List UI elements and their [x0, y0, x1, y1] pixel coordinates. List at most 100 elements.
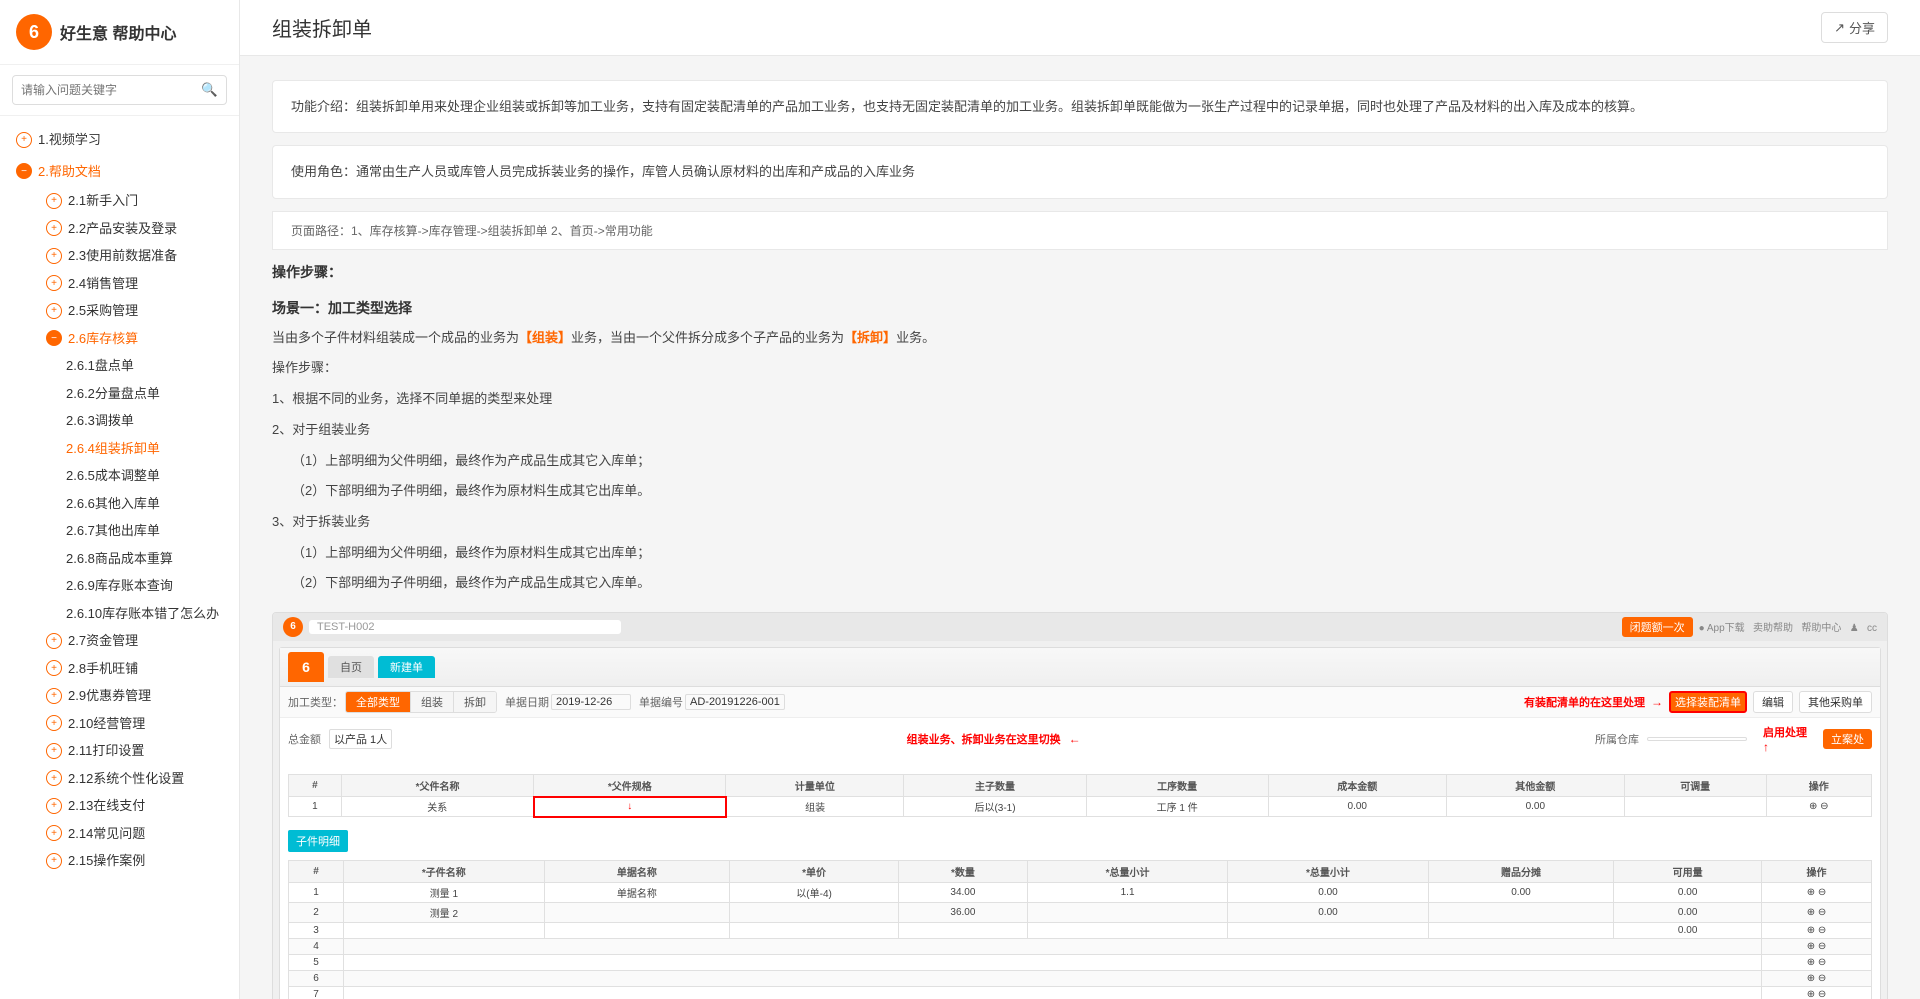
annotation2-text: 启用处理	[1763, 727, 1807, 739]
type-btn-disassemble[interactable]: 拆卸	[454, 692, 496, 712]
sidebar-item-2-4[interactable]: + 2.4销售管理	[38, 270, 239, 298]
upper-th-qty2: 工序数量	[1086, 774, 1268, 797]
step2-2: （2）下部明细为子件明细，最终作为原材料生成其它出库单。	[272, 479, 1888, 504]
order-input[interactable]: AD-20191226-001	[685, 694, 785, 710]
sidebar-item-2-10[interactable]: + 2.10经营管理	[38, 710, 239, 738]
step1: 1、根据不同的业务，选择不同单据的类型来处理	[272, 387, 1888, 412]
annotation-arrow-left: ←	[1069, 732, 1081, 746]
qty-value[interactable]: 以产品 1人	[329, 729, 392, 749]
sidebar-item-2-6[interactable]: − 2.6库存核算	[38, 325, 239, 353]
sidebar-item-2-6-3[interactable]: 2.6.3调拨单	[58, 407, 239, 435]
address-bar: TEST-H002	[309, 620, 621, 634]
ops-title: 操作步骤：	[272, 262, 1888, 282]
scenario1-title: 场景一：加工类型选择	[272, 298, 1888, 318]
order-group: 单据编号 AD-20191226-001	[639, 694, 785, 710]
sidebar-item-2-2[interactable]: + 2.2产品安装及登录	[38, 215, 239, 243]
sidebar-item-1[interactable]: + 1.视频学习	[0, 124, 239, 156]
sidebar-item-2-6-9[interactable]: 2.6.9库存账本查询	[58, 572, 239, 600]
sidebar-item-2-6-1[interactable]: 2.6.1盘点单	[58, 352, 239, 380]
upper-th-ops: 操作	[1766, 774, 1871, 797]
sidebar-item-2-8[interactable]: + 2.8手机旺铺	[38, 655, 239, 683]
other-purchase-button[interactable]: 其他采购单	[1799, 691, 1872, 713]
search-input[interactable]	[13, 77, 193, 103]
upper-th-avail: 可调量	[1624, 774, 1766, 797]
nav-sub-2: + 2.1新手入门 + 2.2产品安装及登录 + 2.3使用前数据准备 + 2.…	[0, 187, 239, 875]
expand-icon-2-4: +	[46, 275, 62, 291]
sidebar-item-2-6-6[interactable]: 2.6.6其他入库单	[58, 490, 239, 518]
sidebar-item-2-6-2[interactable]: 2.6.2分量盘点单	[58, 380, 239, 408]
expand-icon-2-13: +	[46, 798, 62, 814]
collapse-icon-2: −	[16, 163, 32, 179]
annotation2-area: 启用处理 ↑	[1763, 724, 1807, 754]
sidebar-item-2-1[interactable]: + 2.1新手入门	[38, 187, 239, 215]
expand-icon-2-12: +	[46, 770, 62, 786]
sidebar-item-2-6-7[interactable]: 2.6.7其他出库单	[58, 517, 239, 545]
type-btn-assemble[interactable]: 组装	[411, 692, 454, 712]
upper-th-cost: 成本金额	[1268, 774, 1446, 797]
annotation1-arrow: →	[1651, 695, 1663, 709]
ops-steps-title: 操作步骤：	[272, 356, 1888, 381]
expand-icon-2-14: +	[46, 825, 62, 841]
app-logo: 6	[288, 652, 324, 682]
search-box: 🔍	[12, 75, 227, 105]
upper-th-unit: 计量单位	[726, 774, 904, 797]
app-window: 6 自页 新建单 加工类型： 全部类型 组装 拆卸	[279, 647, 1881, 999]
sidebar-item-2-14[interactable]: + 2.14常见问题	[38, 820, 239, 848]
sidebar-item-2-11[interactable]: + 2.11打印设置	[38, 737, 239, 765]
lower-section-header: 子件明细	[288, 830, 348, 852]
expand-icon-2-10: +	[46, 715, 62, 731]
sidebar-item-2-12[interactable]: + 2.12系统个性化设置	[38, 765, 239, 793]
lower-table: # *子件名称 单据名称 *单价 *数量 *总量小计 *总量小计 赠品分摊 可用…	[288, 860, 1872, 999]
app-tab-new[interactable]: 新建单	[378, 656, 435, 678]
lower-table-row-1: 1 测量 1 单据名称 以(单-4) 34.00 1.1 0.00 0.00 0…	[289, 882, 1872, 902]
warehouse-input[interactable]	[1647, 737, 1747, 741]
search-button[interactable]: 🔍	[193, 76, 226, 104]
expand-icon-2-3: +	[46, 248, 62, 264]
sidebar-item-2-6-5[interactable]: 2.6.5成本调整单	[58, 462, 239, 490]
edit-button[interactable]: 编辑	[1753, 691, 1793, 713]
annotation1-text: 有装配清单的在这里处理	[1524, 694, 1645, 710]
sidebar-item-2-13[interactable]: + 2.13在线支付	[38, 792, 239, 820]
sidebar-item-2-15[interactable]: + 2.15操作案例	[38, 847, 239, 875]
confirm-button[interactable]: 立案处	[1823, 729, 1872, 749]
lower-table-header: # *子件名称 单据名称 *单价 *数量 *总量小计 *总量小计 赠品分摊 可用…	[289, 860, 1872, 882]
upper-th-other: 其他金额	[1446, 774, 1624, 797]
expand-icon-2-11: +	[46, 743, 62, 759]
lower-table-row-5: 5 ⊕ ⊖	[289, 954, 1872, 970]
sidebar-item-2-9[interactable]: + 2.9优惠券管理	[38, 682, 239, 710]
sidebar-item-2-6-10[interactable]: 2.6.10库存账本错了怎么办	[58, 600, 239, 628]
upper-table-header: # *父件名称 *父件规格 计量单位 主子数量 工序数量 成本金额 其他金额 可…	[289, 774, 1872, 797]
sidebar-item-2-6-8[interactable]: 2.6.8商品成本重算	[58, 545, 239, 573]
type-selector[interactable]: 全部类型 组装 拆卸	[345, 691, 497, 713]
sidebar-item-2-5[interactable]: + 2.5采购管理	[38, 297, 239, 325]
select-bom-button[interactable]: 选择装配清单	[1669, 691, 1747, 713]
browser-nav-icons: ● App下载 卖助帮助 帮助中心 ♟ cc	[1699, 619, 1877, 634]
expand-icon-2-9: +	[46, 688, 62, 704]
breadcrumb: 页面路径：1、库存核算->库存管理->组装拆卸单 2、首页->常用功能	[272, 211, 1888, 250]
logo-text: 好生意 帮助中心	[60, 20, 176, 44]
topbar: 组装拆卸单 ↗ 分享	[240, 0, 1920, 56]
fields-row-inner: 总金额 以产品 1人 组装业务、拆卸业务在这里切换 ← 所属仓库 启用处理	[288, 724, 1872, 754]
date-input[interactable]: 2019-12-26	[551, 694, 631, 710]
sidebar-item-2-3[interactable]: + 2.3使用前数据准备	[38, 242, 239, 270]
date-label: 单据日期	[505, 694, 549, 710]
type-label: 加工类型：	[288, 694, 343, 710]
lower-table-area: 子件明细 # *子件名称 单据名称 *单价 *数量 *总量小计	[280, 824, 1880, 999]
app-tab-home[interactable]: 自页	[328, 656, 374, 678]
sidebar-item-2-6-4[interactable]: 2.6.4组装拆卸单	[58, 435, 239, 463]
sidebar-item-2-7[interactable]: + 2.7资金管理	[38, 627, 239, 655]
step2-1: （1）上部明细为父件明细，最终作为产成品生成其它入库单；	[272, 449, 1888, 474]
mock-screen: 6 TEST-H002 闭题额一次 ● App下载 卖助帮助 帮助中心 ♟ cc…	[273, 613, 1887, 999]
step3: 3、对于拆装业务	[272, 510, 1888, 535]
date-group: 单据日期 2019-12-26	[505, 694, 631, 710]
fields-row: 总金额 以产品 1人 组装业务、拆卸业务在这里切换 ← 所属仓库 启用处理	[280, 718, 1880, 764]
expand-icon-2-7: +	[46, 633, 62, 649]
type-btn-all[interactable]: 全部类型	[346, 692, 411, 712]
upper-th-seq: #	[289, 774, 342, 797]
nav-tree: + 1.视频学习 − 2.帮助文档 + 2.1新手入门 + 2.2产品安装及登录…	[0, 116, 239, 999]
expand-icon-2-15: +	[46, 853, 62, 869]
sidebar-item-2[interactable]: − 2.帮助文档	[0, 156, 239, 188]
app-header-tabs: 6 自页 新建单	[280, 648, 1880, 687]
annotation2-arrow: ↑	[1763, 740, 1769, 754]
share-button[interactable]: ↗ 分享	[1821, 12, 1888, 43]
